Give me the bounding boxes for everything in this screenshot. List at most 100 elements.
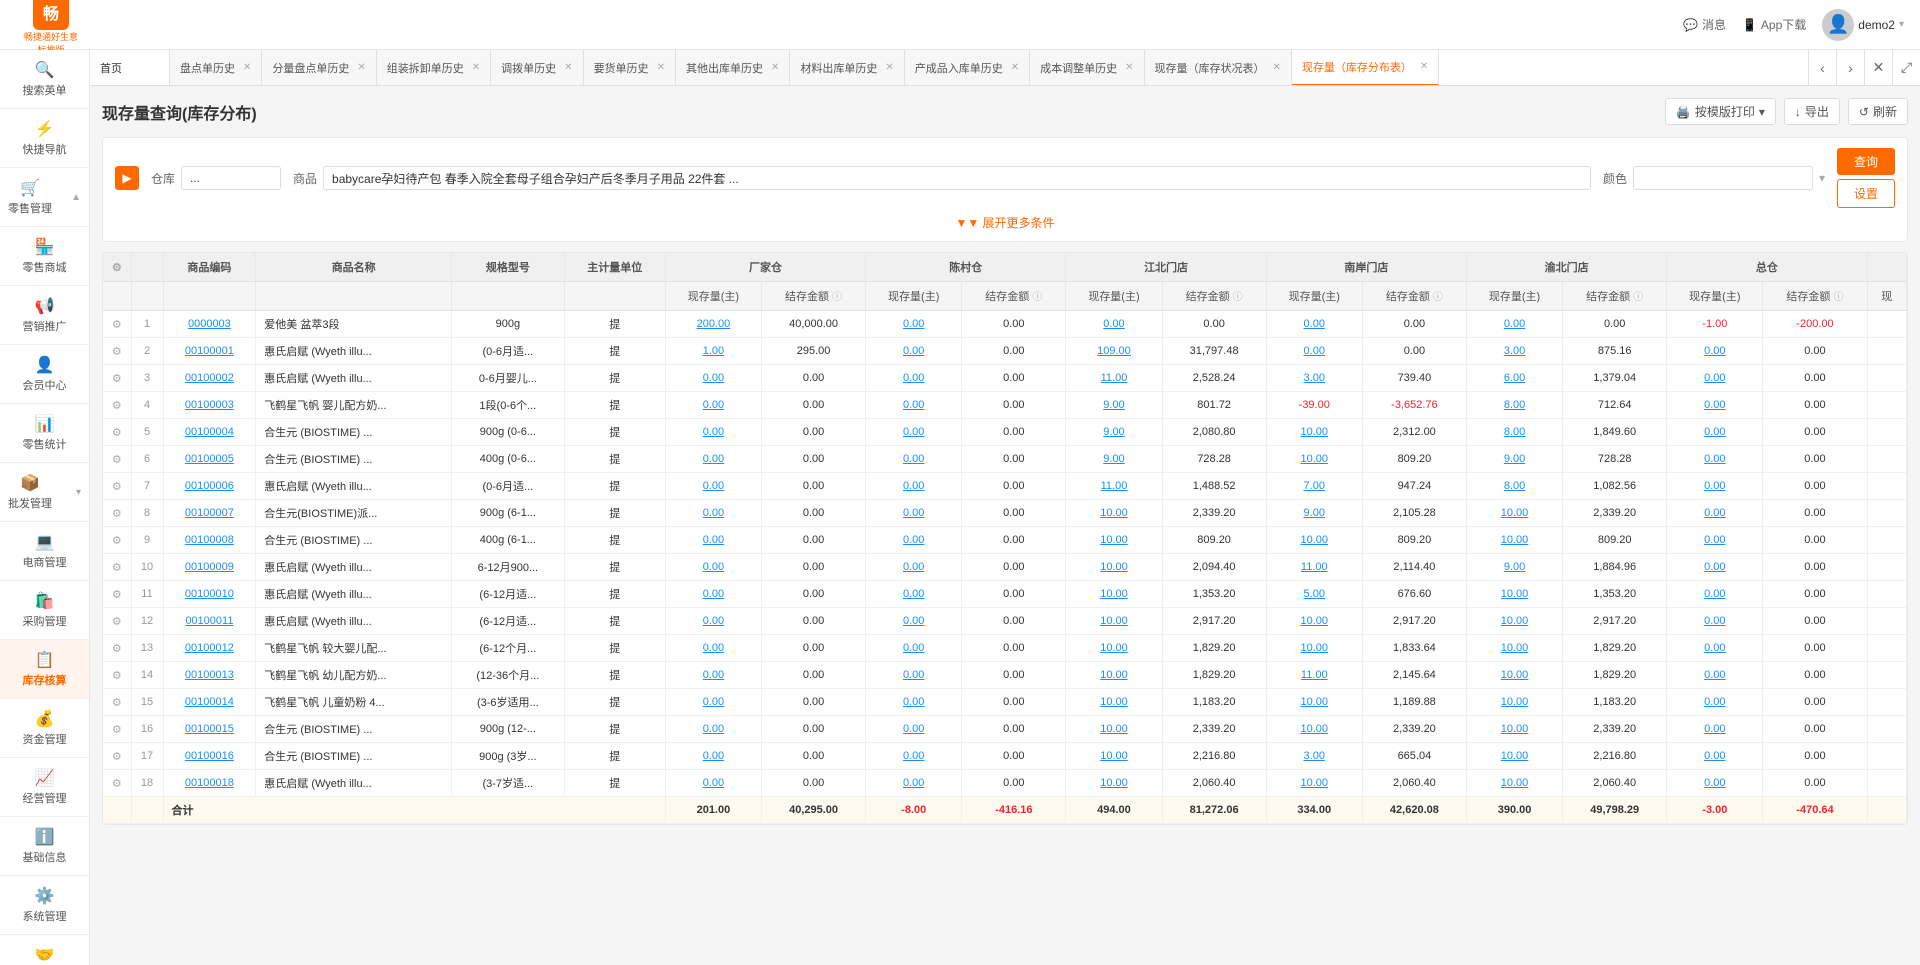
sidebar-item-finance[interactable]: 💰 资金管理: [0, 699, 89, 758]
cell-total-stock[interactable]: 0.00: [1667, 662, 1763, 689]
cell-total-stock[interactable]: 0.00: [1667, 500, 1763, 527]
sidebar-item-retail-stat[interactable]: 📊 零售统计: [0, 404, 89, 463]
sidebar-item-operation[interactable]: 📈 经营管理: [0, 758, 89, 817]
cell-f-stock[interactable]: 0.00: [665, 500, 761, 527]
tab-production-in-history[interactable]: 产成品入库单历史 ✕: [905, 50, 1030, 86]
row-gear-icon[interactable]: ⚙: [112, 589, 122, 601]
cell-total-stock[interactable]: 0.00: [1667, 338, 1763, 365]
cell-yb-stock[interactable]: 9.00: [1466, 554, 1562, 581]
cell-yb-stock[interactable]: 6.00: [1466, 365, 1562, 392]
cell-f-stock[interactable]: 0.00: [665, 473, 761, 500]
cell-code[interactable]: 00100005: [163, 446, 256, 473]
cell-jb-stock[interactable]: 11.00: [1066, 365, 1162, 392]
query-button[interactable]: 查询: [1837, 148, 1895, 175]
tab-close-material-out[interactable]: ✕: [885, 62, 893, 73]
sidebar-item-wholesale[interactable]: 📦 批发管理 ▾: [0, 463, 89, 522]
cell-yb-stock[interactable]: 10.00: [1466, 608, 1562, 635]
cell-jb-stock[interactable]: 9.00: [1066, 446, 1162, 473]
sidebar-item-ecommerce[interactable]: 💻 电商管理: [0, 522, 89, 581]
cell-na-stock[interactable]: 7.00: [1266, 473, 1362, 500]
cell-settings[interactable]: ⚙: [103, 581, 131, 608]
sidebar-item-enterprise-collab[interactable]: 🤝 企业协同: [0, 935, 89, 965]
tab-close-split-count[interactable]: ✕: [357, 62, 365, 73]
row-gear-icon[interactable]: ⚙: [112, 319, 122, 331]
row-gear-icon[interactable]: ⚙: [112, 724, 122, 736]
cell-c-stock[interactable]: 0.00: [866, 581, 962, 608]
cell-na-stock[interactable]: 10.00: [1266, 527, 1362, 554]
tab-close-other-out[interactable]: ✕: [771, 62, 779, 73]
tab-stock-status[interactable]: 现存量（库存状况表） ✕: [1145, 50, 1292, 86]
cell-na-stock[interactable]: 3.00: [1266, 743, 1362, 770]
cell-code[interactable]: 00100016: [163, 743, 256, 770]
cell-na-stock[interactable]: 9.00: [1266, 500, 1362, 527]
cell-f-stock[interactable]: 0.00: [665, 365, 761, 392]
row-gear-icon[interactable]: ⚙: [112, 373, 122, 385]
cell-jb-stock[interactable]: 10.00: [1066, 770, 1162, 797]
cell-jb-stock[interactable]: 9.00: [1066, 392, 1162, 419]
tab-inventory-count-history[interactable]: 盘点单历史 ✕: [170, 50, 262, 86]
product-input[interactable]: [323, 166, 1591, 190]
cell-settings[interactable]: ⚙: [103, 311, 131, 338]
tab-close-inventory-count[interactable]: ✕: [243, 62, 251, 73]
color-input[interactable]: [1633, 166, 1813, 190]
cell-f-stock[interactable]: 200.00: [665, 311, 761, 338]
tab-next-btn[interactable]: ›: [1836, 50, 1864, 86]
cell-settings[interactable]: ⚙: [103, 527, 131, 554]
tab-close-cost-adjust[interactable]: ✕: [1125, 62, 1133, 73]
cell-jb-stock[interactable]: 10.00: [1066, 527, 1162, 554]
tab-split-count-history[interactable]: 分量盘点单历史 ✕: [262, 50, 376, 86]
cell-total-stock[interactable]: 0.00: [1667, 392, 1763, 419]
row-gear-icon[interactable]: ⚙: [112, 346, 122, 358]
cell-settings[interactable]: ⚙: [103, 554, 131, 581]
cell-yb-stock[interactable]: 10.00: [1466, 635, 1562, 662]
cell-f-stock[interactable]: 0.00: [665, 527, 761, 554]
cell-na-stock[interactable]: -39.00: [1266, 392, 1362, 419]
cell-c-stock[interactable]: 0.00: [866, 770, 962, 797]
row-gear-icon[interactable]: ⚙: [112, 751, 122, 763]
cell-settings[interactable]: ⚙: [103, 473, 131, 500]
tab-close-production-in[interactable]: ✕: [1011, 62, 1019, 73]
cell-na-stock[interactable]: 10.00: [1266, 608, 1362, 635]
row-gear-icon[interactable]: ⚙: [112, 400, 122, 412]
cell-c-stock[interactable]: 0.00: [866, 689, 962, 716]
setting-button[interactable]: 设置: [1837, 179, 1895, 208]
cell-jb-stock[interactable]: 10.00: [1066, 554, 1162, 581]
cell-na-stock[interactable]: 11.00: [1266, 662, 1362, 689]
cell-f-stock[interactable]: 0.00: [665, 689, 761, 716]
cell-code[interactable]: 00100015: [163, 716, 256, 743]
tab-stock-distribution[interactable]: 现存量（库存分布表） ✕: [1292, 50, 1439, 86]
tab-close-requisition[interactable]: ✕: [657, 62, 665, 73]
cell-f-stock[interactable]: 0.00: [665, 770, 761, 797]
cell-settings[interactable]: ⚙: [103, 446, 131, 473]
cell-code[interactable]: 00100012: [163, 635, 256, 662]
cell-na-stock[interactable]: 10.00: [1266, 770, 1362, 797]
row-gear-icon[interactable]: ⚙: [112, 670, 122, 682]
cell-settings[interactable]: ⚙: [103, 392, 131, 419]
cell-total-stock[interactable]: 0.00: [1667, 743, 1763, 770]
cell-yb-stock[interactable]: 9.00: [1466, 446, 1562, 473]
cell-total-stock[interactable]: 0.00: [1667, 365, 1763, 392]
cell-yb-stock[interactable]: 8.00: [1466, 392, 1562, 419]
sidebar-item-inventory[interactable]: 📋 库存核算: [0, 640, 89, 699]
row-gear-icon[interactable]: ⚙: [112, 454, 122, 466]
cell-settings[interactable]: ⚙: [103, 770, 131, 797]
tab-close-assembly[interactable]: ✕: [472, 62, 480, 73]
cell-f-stock[interactable]: 0.00: [665, 581, 761, 608]
tab-home[interactable]: 首页: [90, 50, 170, 86]
row-gear-icon[interactable]: ⚙: [112, 427, 122, 439]
cell-f-stock[interactable]: 0.00: [665, 446, 761, 473]
cell-c-stock[interactable]: 0.00: [866, 446, 962, 473]
cell-code[interactable]: 00100003: [163, 392, 256, 419]
cell-settings[interactable]: ⚙: [103, 743, 131, 770]
app-download-btn[interactable]: 📱 App下载: [1742, 16, 1806, 33]
cell-total-stock[interactable]: 0.00: [1667, 689, 1763, 716]
refresh-btn[interactable]: ↺ 刷新: [1848, 98, 1908, 125]
sidebar-item-retail-mall[interactable]: 🏪 零售商城: [0, 227, 89, 286]
cell-jb-stock[interactable]: 10.00: [1066, 743, 1162, 770]
cell-jb-stock[interactable]: 10.00: [1066, 689, 1162, 716]
cell-code[interactable]: 00100014: [163, 689, 256, 716]
cell-c-stock[interactable]: 0.00: [866, 635, 962, 662]
cell-na-stock[interactable]: 3.00: [1266, 365, 1362, 392]
sidebar-item-basic[interactable]: ℹ️ 基础信息: [0, 817, 89, 876]
row-gear-icon[interactable]: ⚙: [112, 616, 122, 628]
